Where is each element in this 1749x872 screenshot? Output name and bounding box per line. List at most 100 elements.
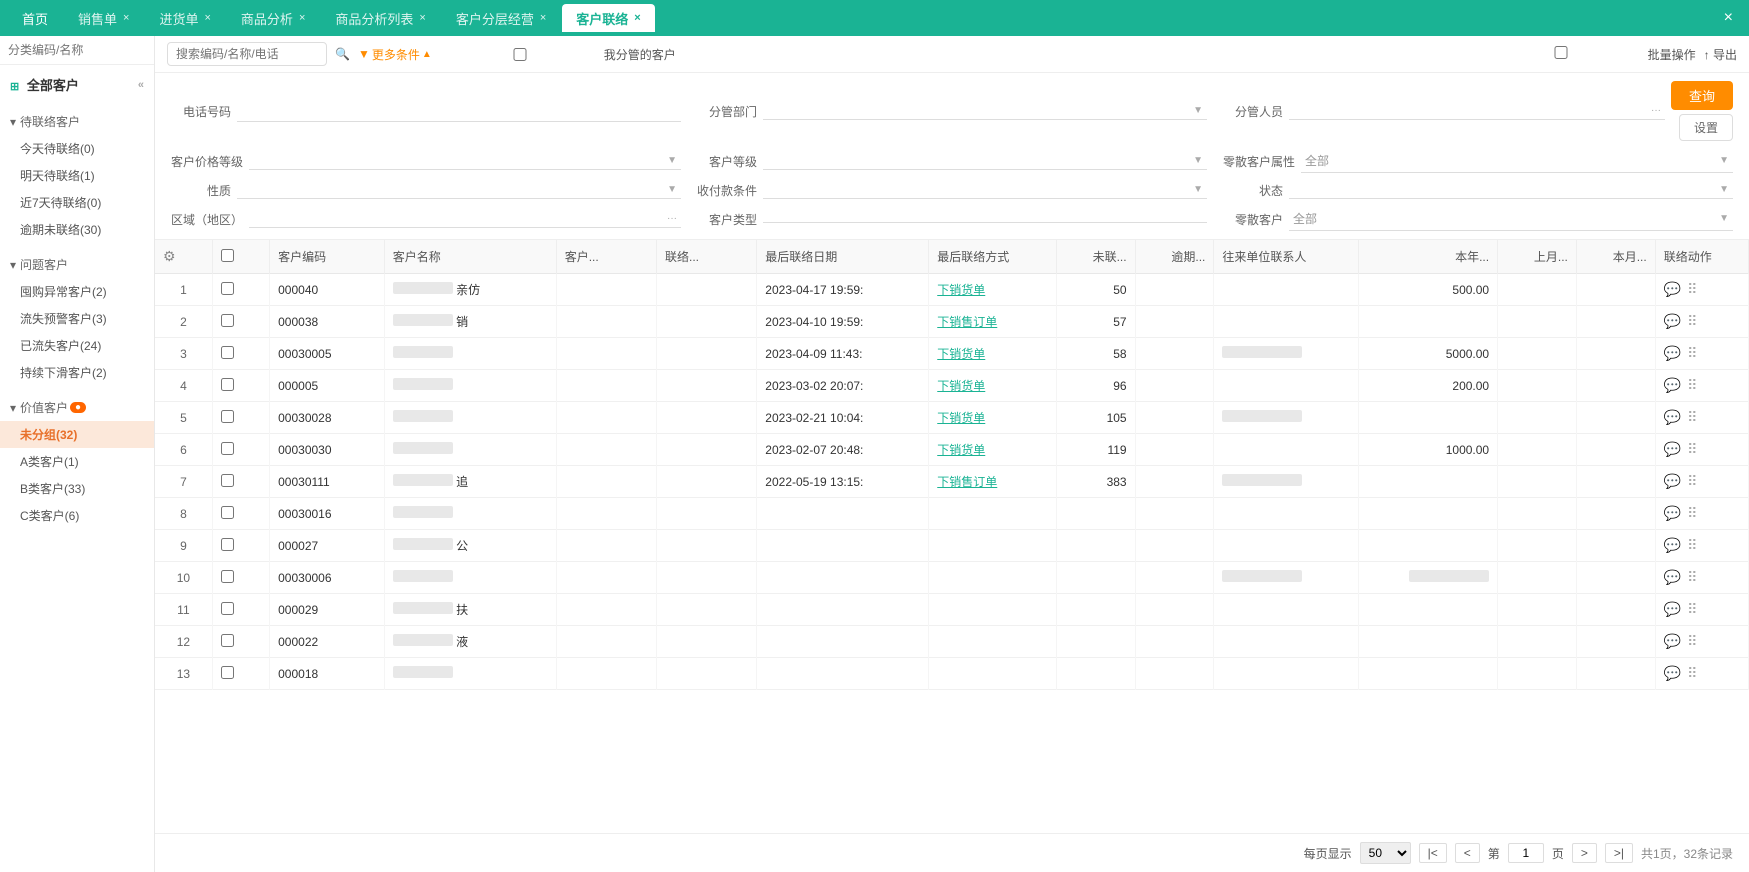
customer-level-select[interactable]: ▼ — [763, 152, 1207, 170]
nature-select[interactable]: ▼ — [237, 181, 681, 199]
more-action-icon[interactable]: ⠿ — [1687, 345, 1697, 362]
tab-customer-tier[interactable]: 客户分层经营 × — [442, 4, 560, 32]
sidebar-all-customers[interactable]: ⊞ 全部客户 « — [0, 69, 154, 100]
contact-icon[interactable]: 💬 — [1664, 281, 1681, 298]
first-page-btn[interactable]: |< — [1419, 843, 1447, 863]
my-customers-check[interactable] — [440, 48, 600, 61]
sidebar-item-abnormal[interactable]: 囤购异常客户(2) — [0, 278, 154, 305]
more-action-icon[interactable]: ⠿ — [1687, 505, 1697, 522]
close-icon[interactable]: × — [299, 12, 305, 24]
next-page-btn[interactable]: > — [1572, 843, 1597, 863]
row-checkbox[interactable] — [212, 274, 269, 306]
more-action-icon[interactable]: ⠿ — [1687, 409, 1697, 426]
retail-attr-select[interactable]: 全部 ▼ — [1301, 149, 1733, 173]
tab-purchase-order[interactable]: 进货单 × — [145, 4, 224, 32]
dept-select[interactable]: ▼ — [763, 102, 1207, 120]
search-submit-icon[interactable]: 🔍 — [335, 47, 350, 61]
sidebar-item-a-class[interactable]: A类客户(1) — [0, 448, 154, 475]
customer-type-select[interactable] — [763, 216, 1207, 223]
close-icon[interactable]: × — [540, 12, 546, 24]
close-icon[interactable]: × — [204, 12, 210, 24]
tab-home[interactable]: 首页 — [8, 4, 62, 32]
row-checkbox[interactable] — [212, 626, 269, 658]
category-search-input[interactable] — [8, 43, 155, 57]
more-action-icon[interactable]: ⠿ — [1687, 377, 1697, 394]
tab-sales-order[interactable]: 销售单 × — [64, 4, 143, 32]
more-action-icon[interactable]: ⠿ — [1687, 441, 1697, 458]
row-checkbox[interactable] — [212, 402, 269, 434]
collapse-icon[interactable]: « — [138, 79, 144, 91]
status-select[interactable]: ▼ — [1289, 181, 1733, 199]
sidebar-item-tomorrow-pending[interactable]: 明天待联络(1) — [0, 162, 154, 189]
batch-checkbox[interactable] — [1481, 46, 1641, 59]
per-page-select[interactable]: 50 100 200 — [1360, 842, 1411, 864]
retail-select[interactable]: 全部 ▼ — [1289, 207, 1733, 231]
manager-select[interactable]: ··· — [1289, 102, 1665, 120]
contact-icon[interactable]: 💬 — [1664, 537, 1681, 554]
contact-icon[interactable]: 💬 — [1664, 665, 1681, 682]
close-icon[interactable]: × — [419, 12, 425, 24]
contact-icon[interactable]: 💬 — [1664, 409, 1681, 426]
sidebar-item-declining[interactable]: 持续下滑客户(2) — [0, 359, 154, 386]
contact-icon[interactable]: 💬 — [1664, 345, 1681, 362]
more-action-icon[interactable]: ⠿ — [1687, 665, 1697, 682]
row-checkbox[interactable] — [212, 562, 269, 594]
area-select[interactable]: ··· — [249, 210, 681, 228]
select-all-checkbox[interactable] — [221, 249, 234, 262]
price-level-select[interactable]: ▼ — [249, 152, 681, 170]
more-action-icon[interactable]: ⠿ — [1687, 537, 1697, 554]
contact-icon[interactable]: 💬 — [1664, 441, 1681, 458]
reset-button[interactable]: 设置 — [1679, 114, 1733, 141]
row-checkbox[interactable] — [212, 306, 269, 338]
sidebar-item-ungroup[interactable]: 未分组(32) — [0, 421, 154, 448]
sidebar-item-churned[interactable]: 已流失客户(24) — [0, 332, 154, 359]
close-icon[interactable]: × — [123, 12, 129, 24]
sidebar-pending-group[interactable]: ▾ 待联络客户 — [0, 108, 154, 135]
contact-icon[interactable]: 💬 — [1664, 313, 1681, 330]
search-button[interactable]: 查询 — [1671, 81, 1733, 110]
sidebar-item-today-pending[interactable]: 今天待联络(0) — [0, 135, 154, 162]
last-page-btn[interactable]: >| — [1605, 843, 1633, 863]
sidebar-item-b-class[interactable]: B类客户(33) — [0, 475, 154, 502]
sidebar-score-group[interactable]: ▾ 价值客户 ● — [0, 394, 154, 421]
sidebar-problem-group[interactable]: ▾ 问题客户 — [0, 251, 154, 278]
row-checkbox[interactable] — [212, 594, 269, 626]
export-btn[interactable]: ↑ 导出 — [1704, 46, 1737, 63]
tab-product-analysis-list[interactable]: 商品分析列表 × — [321, 4, 439, 32]
search-input[interactable] — [167, 42, 327, 66]
more-action-icon[interactable]: ⠿ — [1687, 313, 1697, 330]
sidebar-item-overdue-pending[interactable]: 逾期未联络(30) — [0, 216, 154, 243]
window-close-icon[interactable]: × — [1716, 9, 1741, 27]
payment-select[interactable]: ▼ — [763, 181, 1207, 199]
row-checkbox[interactable] — [212, 658, 269, 690]
sidebar-item-churn-warning[interactable]: 流失预警客户(3) — [0, 305, 154, 332]
page-input[interactable] — [1508, 843, 1544, 863]
th-checkbox[interactable] — [212, 240, 269, 274]
contact-icon[interactable]: 💬 — [1664, 601, 1681, 618]
more-action-icon[interactable]: ⠿ — [1687, 281, 1697, 298]
settings-icon[interactable]: ⚙ — [163, 248, 176, 264]
contact-icon[interactable]: 💬 — [1664, 377, 1681, 394]
row-checkbox[interactable] — [212, 434, 269, 466]
more-action-icon[interactable]: ⠿ — [1687, 601, 1697, 618]
row-checkbox[interactable] — [212, 530, 269, 562]
contact-icon[interactable]: 💬 — [1664, 473, 1681, 490]
tab-product-analysis[interactable]: 商品分析 × — [227, 4, 319, 32]
sidebar-item-7day-pending[interactable]: 近7天待联络(0) — [0, 189, 154, 216]
sidebar-item-c-class[interactable]: C类客户(6) — [0, 502, 154, 529]
tab-customer-contact[interactable]: 客户联络 × — [562, 4, 654, 32]
contact-icon[interactable]: 💬 — [1664, 633, 1681, 650]
phone-input[interactable] — [237, 101, 681, 122]
more-action-icon[interactable]: ⠿ — [1687, 473, 1697, 490]
row-checkbox[interactable] — [212, 498, 269, 530]
more-action-icon[interactable]: ⠿ — [1687, 633, 1697, 650]
batch-ops-btn[interactable]: 批量操作 — [1481, 46, 1695, 63]
my-customers-checkbox[interactable]: 我分管的客户 — [440, 46, 676, 63]
more-conditions-btn[interactable]: ▼ 更多条件 ▲ — [358, 46, 432, 63]
th-settings[interactable]: ⚙ — [155, 240, 212, 274]
more-action-icon[interactable]: ⠿ — [1687, 569, 1697, 586]
close-icon[interactable]: × — [634, 12, 640, 24]
contact-icon[interactable]: 💬 — [1664, 505, 1681, 522]
row-checkbox[interactable] — [212, 370, 269, 402]
contact-icon[interactable]: 💬 — [1664, 569, 1681, 586]
